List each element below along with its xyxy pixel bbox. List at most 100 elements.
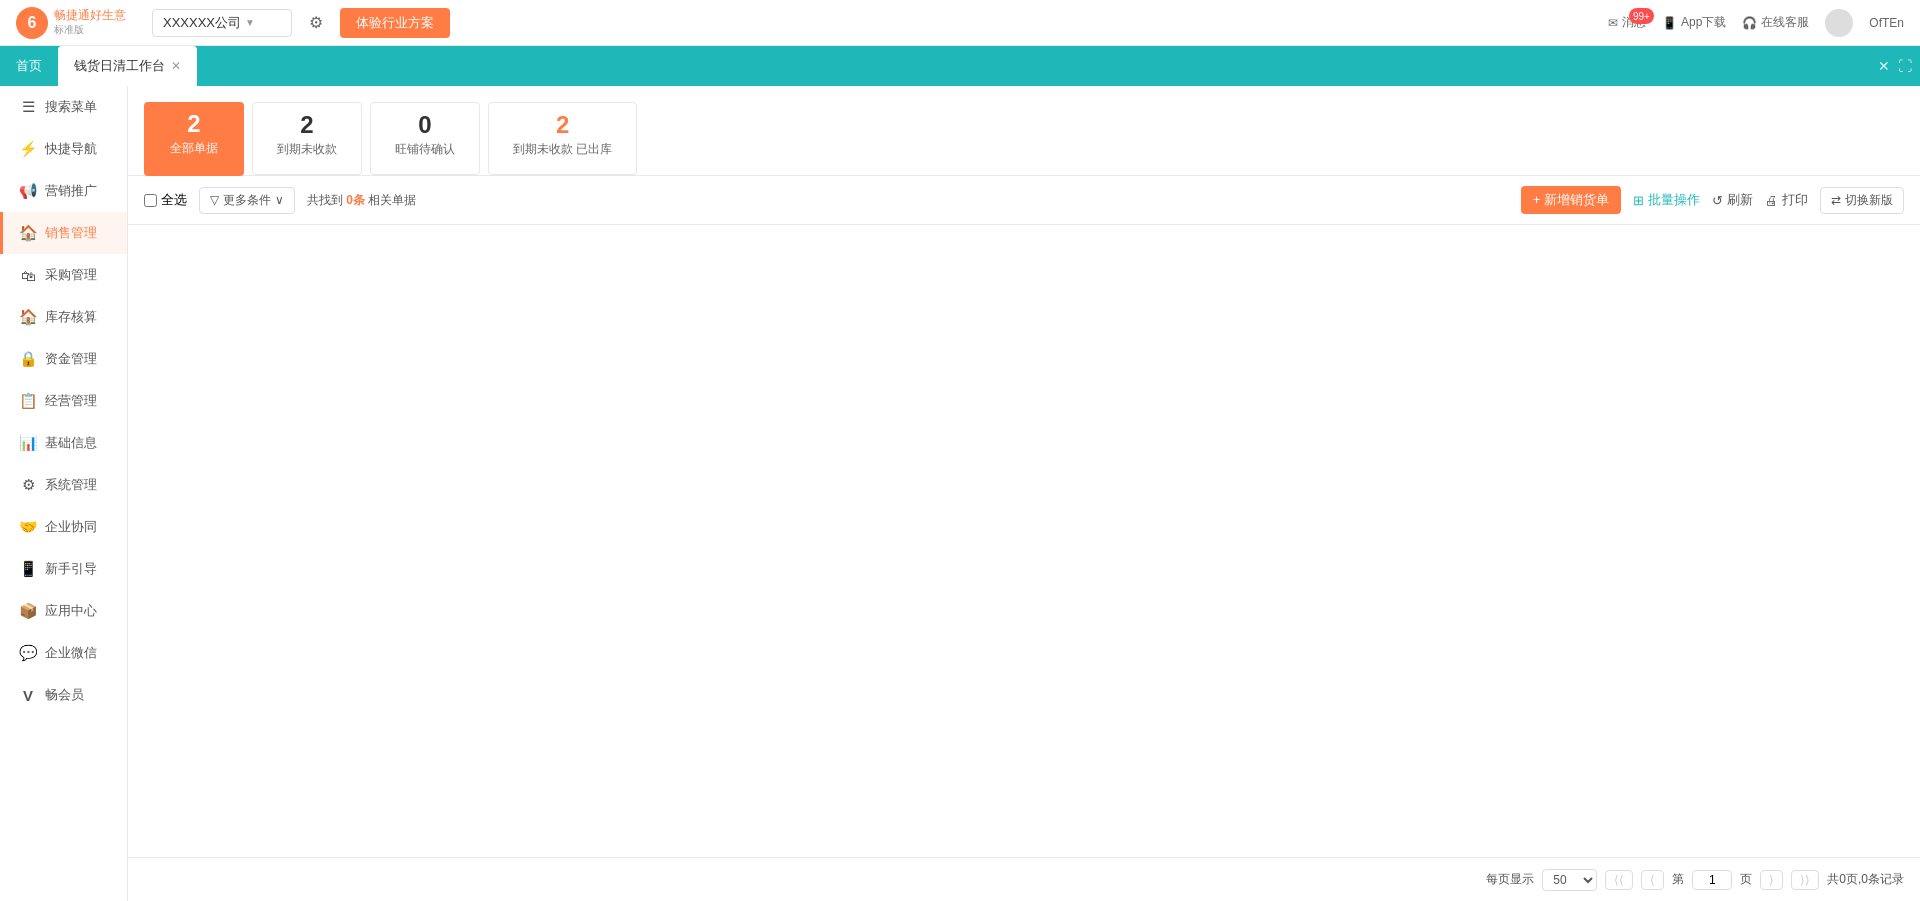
sidebar-item-guide[interactable]: 📱 新手引导 bbox=[0, 548, 127, 590]
app-download-action[interactable]: 📱 App下载 bbox=[1662, 14, 1726, 31]
sidebar-item-purchase[interactable]: 🛍 采购管理 bbox=[0, 254, 127, 296]
batch-button[interactable]: ⊞ 批量操作 bbox=[1633, 191, 1700, 209]
sidebar-label-purchase: 采购管理 bbox=[45, 266, 97, 284]
app-download-icon: 📱 bbox=[1662, 16, 1677, 30]
first-page-button[interactable]: ⟨⟨ bbox=[1605, 870, 1633, 890]
sidebar-item-wechat[interactable]: 💬 企业微信 bbox=[0, 632, 127, 674]
search-menu-icon: ☰ bbox=[19, 98, 37, 116]
print-button[interactable]: 🖨 打印 bbox=[1765, 191, 1808, 209]
prev-page-button[interactable]: ⟨ bbox=[1641, 870, 1664, 890]
page-input[interactable] bbox=[1692, 870, 1732, 890]
message-action[interactable]: ✉ 消息 99+ bbox=[1608, 14, 1646, 31]
stat-tab-pending[interactable]: 0 旺铺待确认 bbox=[370, 102, 480, 175]
sidebar-label-finance: 资金管理 bbox=[45, 350, 97, 368]
sidebar-item-system[interactable]: ⚙ 系统管理 bbox=[0, 464, 127, 506]
stat-tab-all[interactable]: 2 全部单据 bbox=[144, 102, 244, 176]
stat-overdue-label: 到期未收款 bbox=[277, 141, 337, 158]
cooperation-icon: 🤝 bbox=[19, 518, 37, 536]
app-download-label: App下载 bbox=[1681, 14, 1726, 31]
found-suffix: 相关单据 bbox=[368, 193, 416, 207]
tab-workbench-label: 钱货日清工作台 bbox=[74, 57, 165, 75]
quick-nav-icon: ⚡ bbox=[19, 140, 37, 158]
sidebar-item-quick-nav[interactable]: ⚡ 快捷导航 bbox=[0, 128, 127, 170]
stat-tab-overdue[interactable]: 2 到期未收款 bbox=[252, 102, 362, 175]
online-service-label: 在线客服 bbox=[1761, 14, 1809, 31]
tab-expand-icon[interactable]: ⛶ bbox=[1898, 58, 1912, 74]
table-area bbox=[128, 225, 1920, 857]
avatar-name: OfTEn bbox=[1869, 16, 1904, 30]
sidebar: ☰ 搜索菜单 ⚡ 快捷导航 📢 营销推广 🏠 销售管理 🛍 采购管理 🏠 库存核… bbox=[0, 86, 128, 901]
pagination-summary: 共0页,0条记录 bbox=[1827, 871, 1904, 888]
select-all-label[interactable]: 全选 bbox=[144, 191, 187, 209]
tab-bar-actions: ✕ ⛶ bbox=[1878, 58, 1920, 74]
next-page-button[interactable]: ⟩ bbox=[1760, 870, 1783, 890]
print-label: 打印 bbox=[1782, 191, 1808, 209]
stats-tabs: 2 全部单据 2 到期未收款 0 旺铺待确认 2 到期未收款 已出库 bbox=[128, 86, 1920, 176]
settings-button[interactable]: ⚙ bbox=[300, 7, 332, 39]
new-sales-button[interactable]: + 新增销货单 bbox=[1521, 186, 1621, 214]
select-all-checkbox[interactable] bbox=[144, 194, 157, 207]
stat-pending-number: 0 bbox=[395, 111, 455, 139]
filter-icon: ▽ bbox=[210, 193, 219, 207]
sidebar-label-sales: 销售管理 bbox=[45, 224, 97, 242]
filter-button[interactable]: ▽ 更多条件 ∨ bbox=[199, 187, 295, 214]
tab-close-icon[interactable]: ✕ bbox=[171, 59, 181, 73]
found-prefix: 共找到 bbox=[307, 193, 343, 207]
stat-unshipped-label: 到期未收款 已出库 bbox=[513, 141, 612, 158]
tab-minimize-icon[interactable]: ✕ bbox=[1878, 58, 1890, 74]
select-all-text: 全选 bbox=[161, 191, 187, 209]
filter-label: 更多条件 bbox=[223, 192, 271, 209]
sidebar-label-cooperation: 企业协同 bbox=[45, 518, 97, 536]
inventory-icon: 🏠 bbox=[19, 308, 37, 326]
marketing-icon: 📢 bbox=[19, 182, 37, 200]
sidebar-item-operations[interactable]: 📋 经营管理 bbox=[0, 380, 127, 422]
last-page-button[interactable]: ⟩⟩ bbox=[1791, 870, 1819, 890]
print-icon: 🖨 bbox=[1765, 193, 1778, 208]
sidebar-label-system: 系统管理 bbox=[45, 476, 97, 494]
switch-version-button[interactable]: ⇄ 切换新版 bbox=[1820, 187, 1904, 214]
purchase-icon: 🛍 bbox=[19, 267, 37, 284]
sidebar-item-search-menu[interactable]: ☰ 搜索菜单 bbox=[0, 86, 127, 128]
sidebar-item-sales[interactable]: 🏠 销售管理 bbox=[0, 212, 127, 254]
refresh-button[interactable]: ↺ 刷新 bbox=[1712, 191, 1753, 209]
app-center-icon: 📦 bbox=[19, 602, 37, 620]
online-service-action[interactable]: 🎧 在线客服 bbox=[1742, 14, 1809, 31]
logo-text-area: 畅捷通好生意 标准版 bbox=[54, 8, 126, 36]
toolbar: 全选 ▽ 更多条件 ∨ 共找到 0条 相关单据 + 新增销货单 ⊞ 批量操作 ↺ bbox=[128, 176, 1920, 225]
sidebar-label-operations: 经营管理 bbox=[45, 392, 97, 410]
wechat-icon: 💬 bbox=[19, 644, 37, 662]
stat-tab-unshipped[interactable]: 2 到期未收款 已出库 bbox=[488, 102, 637, 175]
sidebar-item-finance[interactable]: 🔒 资金管理 bbox=[0, 338, 127, 380]
sidebar-item-inventory[interactable]: 🏠 库存核算 bbox=[0, 296, 127, 338]
sidebar-item-cooperation[interactable]: 🤝 企业协同 bbox=[0, 506, 127, 548]
header-left: 6 畅捷通好生意 标准版 XXXXXX公司 ▼ ⚙ 体验行业方案 bbox=[16, 7, 450, 39]
sidebar-label-member: 畅会员 bbox=[45, 686, 84, 704]
sidebar-label-quick-nav: 快捷导航 bbox=[45, 140, 97, 158]
sidebar-item-marketing[interactable]: 📢 营销推广 bbox=[0, 170, 127, 212]
stat-pending-label: 旺铺待确认 bbox=[395, 141, 455, 158]
page-suffix: 页 bbox=[1740, 871, 1752, 888]
message-badge: 99+ bbox=[1629, 8, 1654, 24]
logo-icon: 6 bbox=[16, 7, 48, 39]
tab-home[interactable]: 首页 bbox=[0, 46, 58, 86]
finance-icon: 🔒 bbox=[19, 350, 37, 368]
sidebar-item-base-info[interactable]: 📊 基础信息 bbox=[0, 422, 127, 464]
guide-icon: 📱 bbox=[19, 560, 37, 578]
sidebar-item-member[interactable]: V 畅会员 bbox=[0, 674, 127, 716]
main-layout: ☰ 搜索菜单 ⚡ 快捷导航 📢 营销推广 🏠 销售管理 🛍 采购管理 🏠 库存核… bbox=[0, 86, 1920, 901]
stat-unshipped-number: 2 bbox=[513, 111, 612, 139]
member-icon: V bbox=[19, 687, 37, 704]
switch-icon: ⇄ bbox=[1831, 193, 1841, 207]
sidebar-label-marketing: 营销推广 bbox=[45, 182, 97, 200]
stat-all-label: 全部单据 bbox=[168, 140, 220, 157]
found-count: 0条 bbox=[346, 193, 365, 207]
chevron-down-icon: ▼ bbox=[245, 17, 255, 28]
sidebar-item-app-center[interactable]: 📦 应用中心 bbox=[0, 590, 127, 632]
tab-workbench[interactable]: 钱货日清工作台 ✕ bbox=[58, 46, 197, 86]
logo-area: 6 畅捷通好生意 标准版 bbox=[16, 7, 144, 39]
company-selector[interactable]: XXXXXX公司 ▼ bbox=[152, 9, 292, 37]
page-size-select[interactable]: 50 10 20 100 bbox=[1542, 869, 1597, 891]
sidebar-label-wechat: 企业微信 bbox=[45, 644, 97, 662]
experience-button[interactable]: 体验行业方案 bbox=[340, 8, 450, 38]
avatar[interactable] bbox=[1825, 9, 1853, 37]
